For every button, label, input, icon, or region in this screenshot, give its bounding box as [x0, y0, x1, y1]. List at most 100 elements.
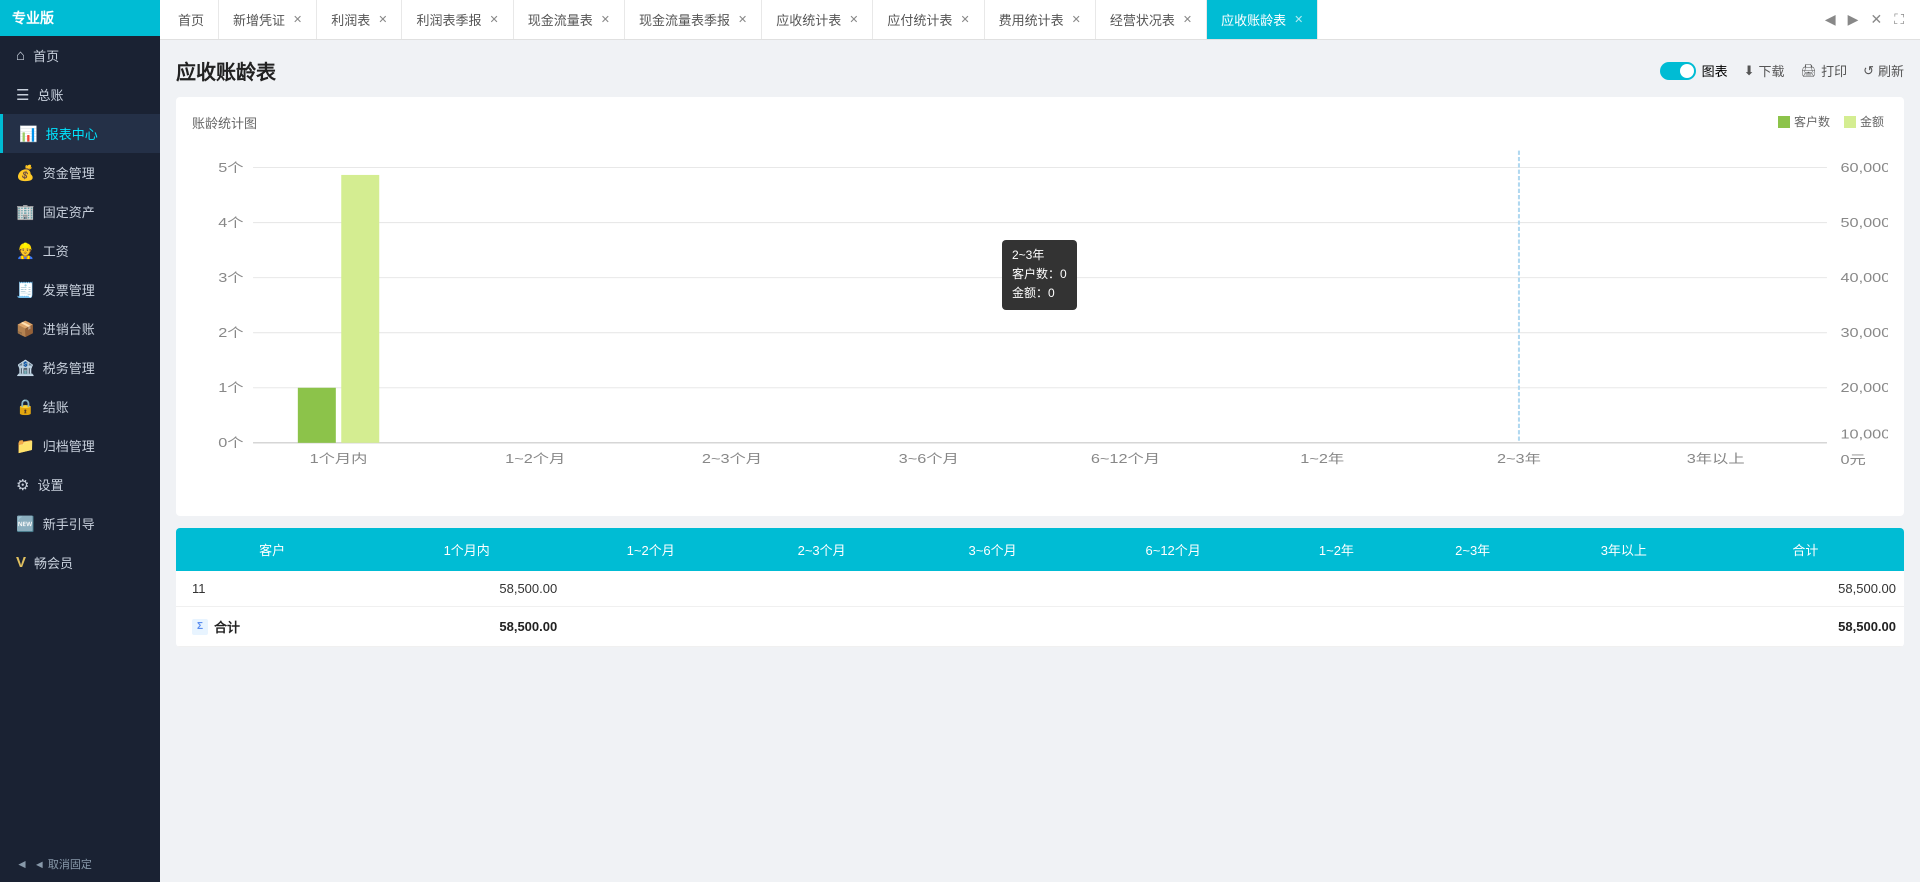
tab-expand-icon[interactable]: ⛶: [1890, 9, 1908, 30]
sidebar-item-settings[interactable]: ⚙ 设置: [0, 465, 160, 504]
sidebar-item-invoice[interactable]: 🧾 发票管理: [0, 270, 160, 309]
bar-amount-1: [341, 175, 379, 443]
fund-icon: 💰: [16, 164, 35, 182]
sidebar-item-ledger[interactable]: ☰ 总账: [0, 75, 160, 114]
sidebar-item-label: 首页: [33, 46, 59, 65]
refresh-button[interactable]: ↺ 刷新: [1863, 61, 1904, 80]
collapse-label: ◄ 取消固定: [34, 856, 92, 872]
tab-label: 现金流量表季报: [639, 10, 730, 29]
sidebar-item-fund[interactable]: 💰 资金管理: [0, 153, 160, 192]
tab-profit[interactable]: 利润表 ✕: [317, 0, 402, 40]
sidebar-item-salary[interactable]: 👷 工资: [0, 231, 160, 270]
tab-home[interactable]: 首页: [164, 0, 219, 40]
refresh-label: 刷新: [1878, 61, 1904, 80]
col-m1: 1个月内: [368, 528, 565, 571]
inventory-icon: 📦: [16, 320, 35, 338]
total-m4: [907, 607, 1078, 647]
tab-next-icon[interactable]: ▶: [1844, 9, 1863, 30]
table-row: 11 58,500.00 58,500.00: [176, 571, 1904, 607]
total-m7: [1405, 607, 1541, 647]
tab-label: 经营状况表: [1110, 10, 1175, 29]
tab-close-icon[interactable]: ✕: [1294, 13, 1303, 26]
tab-close-all-icon[interactable]: ✕: [1866, 9, 1886, 30]
svg-text:1~2个月: 1~2个月: [505, 452, 565, 467]
page-title: 应收账龄表: [176, 56, 276, 85]
chart-title: 账龄统计图: [192, 113, 1888, 132]
collapse-button[interactable]: ◄ ◄ 取消固定: [0, 846, 160, 882]
sidebar-item-asset[interactable]: 🏢 固定资产: [0, 192, 160, 231]
tab-close-icon[interactable]: ✕: [601, 13, 610, 26]
sidebar-item-report[interactable]: 📊 报表中心: [0, 114, 160, 153]
tab-ar-stats[interactable]: 应收统计表 ✕: [762, 0, 873, 40]
sidebar-item-label: 资金管理: [43, 163, 95, 182]
col-m2: 1~2个月: [565, 528, 736, 571]
cell-m8: [1541, 571, 1707, 607]
tax-icon: 🏦: [16, 359, 35, 377]
tab-close-icon[interactable]: ✕: [1072, 13, 1081, 26]
tab-close-icon[interactable]: ✕: [738, 13, 747, 26]
tab-label: 应付统计表: [887, 10, 952, 29]
cell-m5: [1078, 571, 1268, 607]
svg-text:4个: 4个: [218, 216, 244, 231]
sidebar-item-home[interactable]: ⌂ 首页: [0, 36, 160, 75]
report-icon: 📊: [19, 125, 38, 143]
sidebar-item-closing[interactable]: 🔒 结账: [0, 387, 160, 426]
svg-text:1个: 1个: [218, 381, 244, 396]
tab-cashflow-quarter[interactable]: 现金流量表季报 ✕: [625, 0, 762, 40]
col-m8: 3年以上: [1541, 528, 1707, 571]
sidebar-item-guide[interactable]: 🆕 新手引导: [0, 504, 160, 543]
data-table: 客户 1个月内 1~2个月 2~3个月 3~6个月 6~12个月 1~2年 2~…: [176, 528, 1904, 647]
sidebar-item-tax[interactable]: 🏦 税务管理: [0, 348, 160, 387]
download-button[interactable]: ⬇ 下载: [1744, 61, 1785, 80]
cell-customer: 11: [176, 571, 368, 607]
sidebar-item-vip[interactable]: V 畅会员: [0, 543, 160, 582]
svg-text:0个: 0个: [218, 436, 244, 451]
col-m3: 2~3个月: [736, 528, 907, 571]
svg-text:2~3个月: 2~3个月: [702, 452, 762, 467]
tab-close-icon[interactable]: ✕: [960, 13, 969, 26]
svg-text:3个: 3个: [218, 271, 244, 286]
cell-m4: [907, 571, 1078, 607]
print-button[interactable]: 🖨 打印: [1801, 61, 1848, 80]
archive-icon: 📁: [16, 437, 35, 455]
tab-close-icon[interactable]: ✕: [1183, 13, 1192, 26]
legend-amount-label: 金额: [1860, 113, 1884, 130]
col-total: 合计: [1707, 528, 1904, 571]
tab-expense-stats[interactable]: 费用统计表 ✕: [985, 0, 1096, 40]
total-icon: Σ: [192, 619, 208, 635]
main-area: 首页 新增凭证 ✕ 利润表 ✕ 利润表季报 ✕ 现金流量表 ✕ 现金流量表季报 …: [160, 0, 1920, 882]
download-label: 下载: [1759, 61, 1785, 80]
svg-text:60,000.00元: 60,000.00元: [1841, 161, 1888, 175]
svg-text:10,000.00元: 10,000.00元: [1841, 428, 1888, 442]
chart-toggle[interactable]: 图表: [1660, 61, 1728, 80]
toggle-track[interactable]: [1660, 62, 1696, 80]
tab-operations[interactable]: 经营状况表 ✕: [1096, 0, 1207, 40]
tab-new-voucher[interactable]: 新增凭证 ✕: [219, 0, 317, 40]
col-m7: 2~3年: [1405, 528, 1541, 571]
tab-profit-quarter[interactable]: 利润表季报 ✕: [402, 0, 513, 40]
tab-close-icon[interactable]: ✕: [490, 13, 499, 26]
svg-text:1个月内: 1个月内: [310, 452, 368, 467]
tab-close-icon[interactable]: ✕: [293, 13, 302, 26]
ledger-icon: ☰: [16, 86, 29, 104]
sidebar-item-label: 税务管理: [43, 358, 95, 377]
tab-close-icon[interactable]: ✕: [849, 13, 858, 26]
sidebar-item-archive[interactable]: 📁 归档管理: [0, 426, 160, 465]
settings-icon: ⚙: [16, 476, 29, 494]
tab-cashflow[interactable]: 现金流量表 ✕: [514, 0, 625, 40]
svg-text:30,000.00元: 30,000.00元: [1841, 327, 1888, 341]
vip-icon: V: [16, 554, 26, 571]
tab-close-icon[interactable]: ✕: [378, 13, 387, 26]
legend-customers-label: 客户数: [1794, 113, 1830, 130]
cell-m6: [1268, 571, 1404, 607]
refresh-icon: ↺: [1863, 63, 1874, 79]
tab-ap-stats[interactable]: 应付统计表 ✕: [873, 0, 984, 40]
sidebar-item-inventory[interactable]: 📦 进销台账: [0, 309, 160, 348]
toggle-thumb: [1680, 64, 1694, 78]
tab-ar-aging[interactable]: 应收账龄表 ✕: [1207, 0, 1318, 40]
cell-m1: 58,500.00: [368, 571, 565, 607]
collapse-icon: ◄: [16, 857, 28, 871]
total-m2: [565, 607, 736, 647]
tab-prev-icon[interactable]: ◀: [1821, 9, 1840, 30]
svg-text:3年以上: 3年以上: [1687, 452, 1745, 467]
